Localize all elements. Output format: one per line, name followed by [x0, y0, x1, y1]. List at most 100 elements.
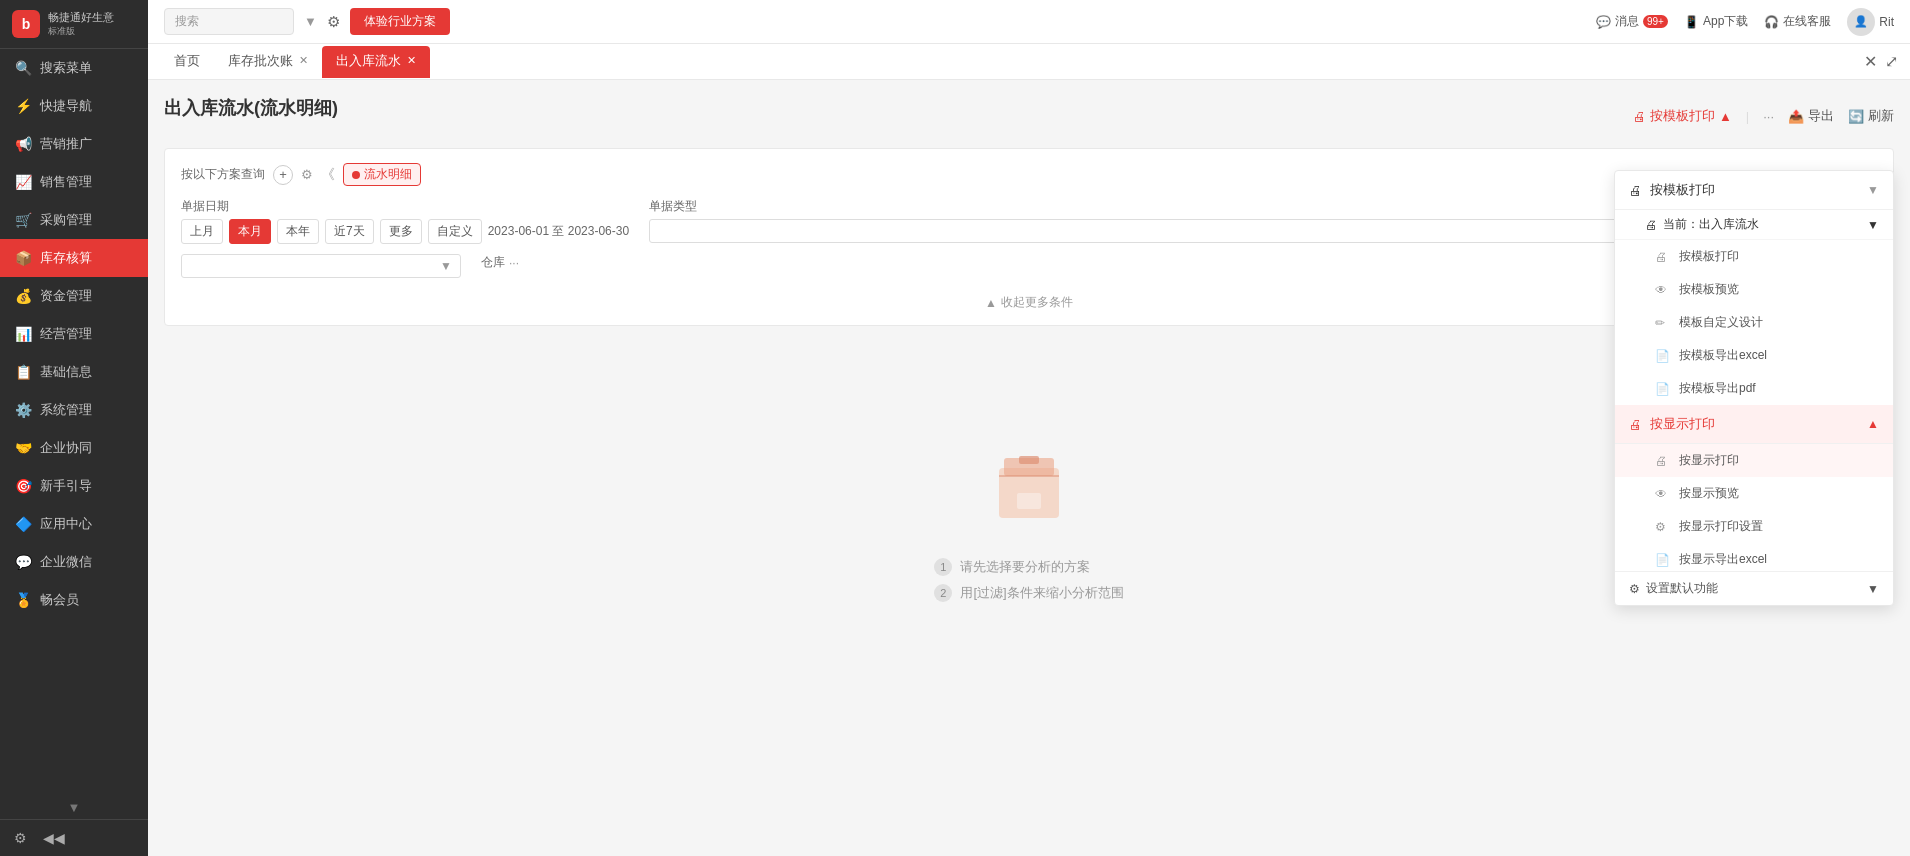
dropdown-display-preview-item[interactable]: 👁 按显示预览 [1615, 477, 1893, 510]
message-button[interactable]: 💬 消息 99+ [1596, 13, 1668, 30]
topbar-dropdown-icon[interactable]: ▼ [304, 14, 317, 29]
warehouse-label: 仓库 [481, 254, 505, 271]
user-area[interactable]: 👤 Rit [1847, 8, 1894, 36]
tab-batch[interactable]: 库存批次账 ✕ [214, 46, 322, 78]
filter-date-field: 单据日期 上月 本月 本年 近7天 更多 自定义 2023-06-01 至 20… [181, 198, 629, 244]
date-btn-more[interactable]: 更多 [380, 219, 422, 244]
date-btn-custom[interactable]: 自定义 [428, 219, 482, 244]
empty-step-2: 2 用[过滤]条件来缩小分析范围 [934, 584, 1123, 602]
sidebar-item-purchase[interactable]: 🛒 采购管理 [0, 201, 148, 239]
sidebar-scroll-down[interactable]: ▼ [0, 796, 148, 819]
display-print-label: 按显示打印 [1679, 452, 1739, 469]
tab-batch-close[interactable]: ✕ [299, 54, 308, 67]
sidebar-item-wechat[interactable]: 💬 企业微信 [0, 543, 148, 581]
sidebar-item-operations[interactable]: 📊 经营管理 [0, 315, 148, 353]
sidebar-item-label: 基础信息 [40, 363, 92, 381]
print-arrow-icon: ▲ [1719, 109, 1732, 124]
collapse-sidebar-icon[interactable]: ◀◀ [43, 830, 65, 846]
tab-flow-close[interactable]: ✕ [407, 54, 416, 67]
action-more-dots[interactable]: ··· [1763, 109, 1774, 124]
page-content: 出入库流水(流水明细) 🖨 按模板打印 ▲ | ··· 📤 导出 🔄 刷新 [148, 80, 1910, 856]
empty-state-illustration [979, 438, 1079, 538]
online-service-button[interactable]: 🎧 在线客服 [1764, 13, 1831, 30]
dropdown-default-function[interactable]: ⚙ 设置默认功能 ▼ [1615, 571, 1893, 605]
app-download-icon: 📱 [1684, 15, 1699, 29]
page-header-actions: 🖨 按模板打印 ▲ | ··· 📤 导出 🔄 刷新 [1633, 107, 1894, 125]
date-range-display: 2023-06-01 至 2023-06-30 [488, 223, 629, 240]
sidebar-item-inventory[interactable]: 📦 库存核算 [0, 239, 148, 277]
date-btn-last-7[interactable]: 近7天 [325, 219, 374, 244]
sidebar-item-app-center[interactable]: 🔷 应用中心 [0, 505, 148, 543]
filter-settings-icon[interactable]: ⚙ [301, 167, 313, 182]
dropdown-template-pdf-item[interactable]: 📄 按模板导出pdf [1615, 372, 1893, 405]
printer-icon: 🖨 [1629, 183, 1642, 198]
expand-tab-btn[interactable]: ⤢ [1885, 52, 1898, 71]
topbar-settings-icon[interactable]: ⚙ [327, 13, 340, 31]
sidebar-item-guide[interactable]: 🎯 新手引导 [0, 467, 148, 505]
display-section-icon: 🖨 [1629, 417, 1642, 432]
export-action-button[interactable]: 📤 导出 [1788, 107, 1834, 125]
sidebar-item-marketing[interactable]: 📢 营销推广 [0, 125, 148, 163]
sidebar-item-sales[interactable]: 📈 销售管理 [0, 163, 148, 201]
dropdown-display-excel-item[interactable]: 📄 按显示导出excel [1615, 543, 1893, 571]
page-title: 出入库流水(流水明细) [164, 96, 338, 120]
trial-button[interactable]: 体验行业方案 [350, 8, 450, 35]
dropdown-template-excel-item[interactable]: 📄 按模板导出excel [1615, 339, 1893, 372]
business-type-select[interactable]: ▼ [181, 254, 461, 278]
default-function-icon: ⚙ [1629, 582, 1640, 596]
dropdown-template-print-item[interactable]: 🖨 按模板打印 [1615, 240, 1893, 273]
sidebar-item-label: 营销推广 [40, 135, 92, 153]
export-label: 导出 [1808, 107, 1834, 125]
dropdown-scroll-area: 🖨 按模板打印 ▼ 🖨 当前：出入库流水 ▼ 🖨 按模板打印 [1615, 171, 1893, 571]
sidebar-item-system[interactable]: ⚙️ 系统管理 [0, 391, 148, 429]
dropdown-display-print-item[interactable]: 🖨 按显示打印 [1615, 444, 1893, 477]
vip-icon: 🏅 [14, 592, 32, 608]
search-input[interactable]: 搜索 [164, 8, 294, 35]
search-icon: 🔍 [14, 60, 32, 76]
sidebar-item-basic[interactable]: 📋 基础信息 [0, 353, 148, 391]
main-area: 搜索 ▼ ⚙ 体验行业方案 💬 消息 99+ 📱 App下载 🎧 在线客服 👤 [148, 0, 1910, 856]
refresh-action-button[interactable]: 🔄 刷新 [1848, 107, 1894, 125]
current-template-icon: 🖨 [1645, 218, 1657, 232]
warehouse-more-btn[interactable]: ··· [509, 256, 519, 270]
sidebar-footer: ⚙ ◀◀ [0, 819, 148, 856]
sidebar-item-search[interactable]: 🔍 搜索菜单 [0, 49, 148, 87]
date-btn-this-year[interactable]: 本年 [277, 219, 319, 244]
sidebar-item-label: 系统管理 [40, 401, 92, 419]
filter-collapse-button[interactable]: ▲ 收起更多条件 [985, 294, 1073, 311]
display-section-expand-icon: ▲ [1867, 417, 1879, 431]
filter-add-button[interactable]: + [273, 165, 293, 185]
settings-footer-icon[interactable]: ⚙ [14, 830, 27, 846]
sidebar-item-finance[interactable]: 💰 资金管理 [0, 277, 148, 315]
dropdown-current-item[interactable]: 🖨 当前：出入库流水 ▼ [1615, 210, 1893, 240]
close-tab-btn[interactable]: ✕ [1864, 52, 1877, 71]
date-btn-this-month[interactable]: 本月 [229, 219, 271, 244]
sidebar-item-cooperation[interactable]: 🤝 企业协同 [0, 429, 148, 467]
dropdown-display-settings-item[interactable]: ⚙ 按显示打印设置 [1615, 510, 1893, 543]
tabs-bar: 首页 库存批次账 ✕ 出入库流水 ✕ ✕ ⤢ [148, 44, 1910, 80]
dropdown-template-custom-item[interactable]: ✏ 模板自定义设计 [1615, 306, 1893, 339]
display-excel-icon: 📄 [1655, 553, 1671, 567]
dropdown-template-preview-item[interactable]: 👁 按模板预览 [1615, 273, 1893, 306]
dropdown-display-section-header[interactable]: 🖨 按显示打印 ▲ [1615, 405, 1893, 444]
template-custom-label: 模板自定义设计 [1679, 314, 1763, 331]
sidebar-item-label: 畅会员 [40, 591, 79, 609]
display-preview-label: 按显示预览 [1679, 485, 1739, 502]
app-logo-icon: b [12, 10, 40, 38]
message-icon: 💬 [1596, 15, 1611, 29]
app-download-button[interactable]: 📱 App下载 [1684, 13, 1748, 30]
current-template-label: 当前：出入库流水 [1663, 216, 1759, 233]
online-service-label: 在线客服 [1783, 13, 1831, 30]
dropdown-template-print-header[interactable]: 🖨 按模板打印 ▼ [1615, 171, 1893, 210]
dropdown-expand-icon: ▼ [1867, 183, 1879, 197]
filter-tag-dot [352, 171, 360, 179]
sidebar-item-quick-nav[interactable]: ⚡ 快捷导航 [0, 87, 148, 125]
filter-collapse-icon[interactable]: 《 [321, 166, 335, 184]
tab-home[interactable]: 首页 [160, 46, 214, 78]
sidebar-item-vip[interactable]: 🏅 畅会员 [0, 581, 148, 619]
topbar: 搜索 ▼ ⚙ 体验行业方案 💬 消息 99+ 📱 App下载 🎧 在线客服 👤 [148, 0, 1910, 44]
print-action-button[interactable]: 🖨 按模板打印 ▲ [1633, 107, 1732, 125]
default-function-label: 设置默认功能 [1646, 580, 1718, 597]
date-btn-last-month[interactable]: 上月 [181, 219, 223, 244]
tab-flow[interactable]: 出入库流水 ✕ [322, 46, 430, 78]
